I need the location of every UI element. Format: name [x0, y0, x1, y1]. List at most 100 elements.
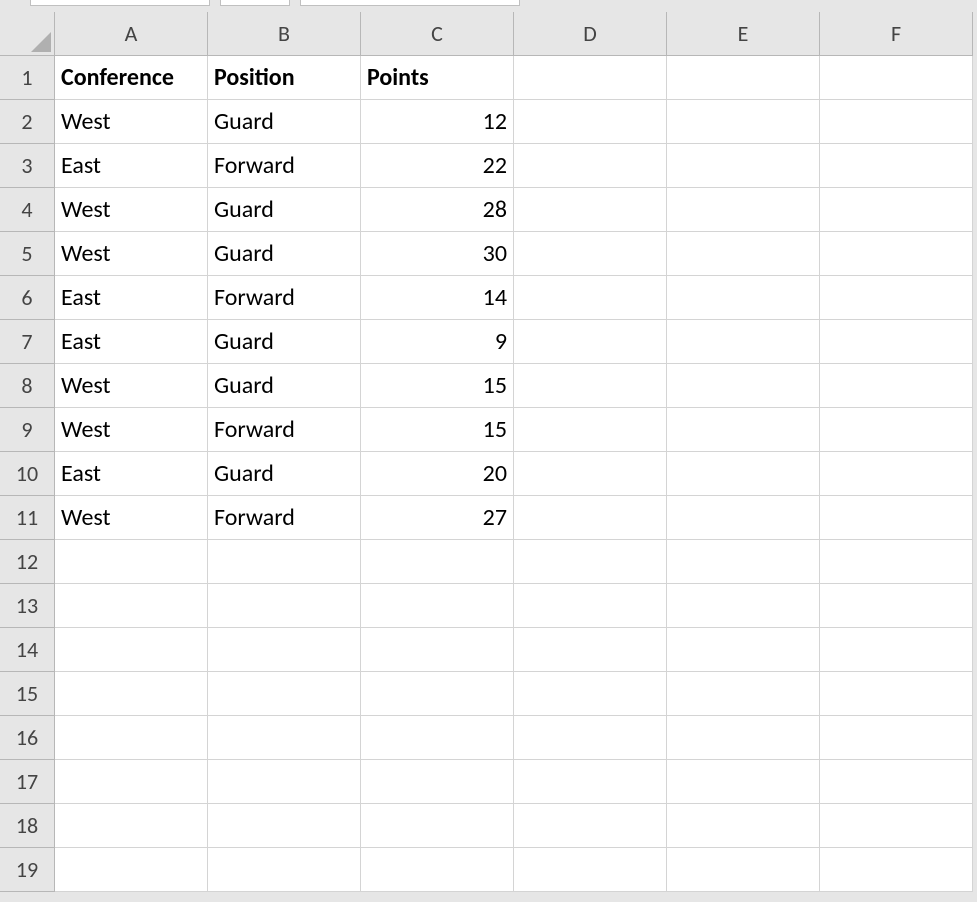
cell-E2[interactable]: [667, 100, 820, 144]
cell-C15[interactable]: [361, 672, 514, 716]
cell-C12[interactable]: [361, 540, 514, 584]
row-header-3[interactable]: 3: [0, 144, 55, 188]
row-header-8[interactable]: 8: [0, 364, 55, 408]
cell-F9[interactable]: [820, 408, 973, 452]
cell-C14[interactable]: [361, 628, 514, 672]
cell-B9[interactable]: Forward: [208, 408, 361, 452]
cell-B6[interactable]: Forward: [208, 276, 361, 320]
cell-A14[interactable]: [55, 628, 208, 672]
cell-B11[interactable]: Forward: [208, 496, 361, 540]
cell-A8[interactable]: West: [55, 364, 208, 408]
cell-E8[interactable]: [667, 364, 820, 408]
cell-C17[interactable]: [361, 760, 514, 804]
row-header-4[interactable]: 4: [0, 188, 55, 232]
cell-D10[interactable]: [514, 452, 667, 496]
row-header-18[interactable]: 18: [0, 804, 55, 848]
cell-D3[interactable]: [514, 144, 667, 188]
cell-B4[interactable]: Guard: [208, 188, 361, 232]
cell-C6[interactable]: 14: [361, 276, 514, 320]
cell-D5[interactable]: [514, 232, 667, 276]
cell-C18[interactable]: [361, 804, 514, 848]
cell-F2[interactable]: [820, 100, 973, 144]
cell-B13[interactable]: [208, 584, 361, 628]
cell-B10[interactable]: Guard: [208, 452, 361, 496]
cell-D17[interactable]: [514, 760, 667, 804]
cell-D4[interactable]: [514, 188, 667, 232]
cell-F16[interactable]: [820, 716, 973, 760]
cell-A10[interactable]: East: [55, 452, 208, 496]
cell-F17[interactable]: [820, 760, 973, 804]
row-header-6[interactable]: 6: [0, 276, 55, 320]
cell-A16[interactable]: [55, 716, 208, 760]
cell-F4[interactable]: [820, 188, 973, 232]
cell-A13[interactable]: [55, 584, 208, 628]
cell-A5[interactable]: West: [55, 232, 208, 276]
cell-A1[interactable]: Conference: [55, 56, 208, 100]
cell-E13[interactable]: [667, 584, 820, 628]
cell-E1[interactable]: [667, 56, 820, 100]
col-header-D[interactable]: D: [514, 12, 667, 56]
col-header-A[interactable]: A: [55, 12, 208, 56]
select-all-corner[interactable]: [0, 12, 55, 56]
cell-D11[interactable]: [514, 496, 667, 540]
row-header-13[interactable]: 13: [0, 584, 55, 628]
cell-E16[interactable]: [667, 716, 820, 760]
cell-D15[interactable]: [514, 672, 667, 716]
cell-A9[interactable]: West: [55, 408, 208, 452]
cell-A19[interactable]: [55, 848, 208, 892]
cell-A15[interactable]: [55, 672, 208, 716]
cell-D8[interactable]: [514, 364, 667, 408]
cell-F5[interactable]: [820, 232, 973, 276]
cell-A2[interactable]: West: [55, 100, 208, 144]
row-header-5[interactable]: 5: [0, 232, 55, 276]
cell-C4[interactable]: 28: [361, 188, 514, 232]
row-header-14[interactable]: 14: [0, 628, 55, 672]
col-header-B[interactable]: B: [208, 12, 361, 56]
cell-A18[interactable]: [55, 804, 208, 848]
cell-A17[interactable]: [55, 760, 208, 804]
cell-A4[interactable]: West: [55, 188, 208, 232]
cell-C8[interactable]: 15: [361, 364, 514, 408]
cell-F8[interactable]: [820, 364, 973, 408]
cell-E6[interactable]: [667, 276, 820, 320]
cell-D16[interactable]: [514, 716, 667, 760]
cell-F11[interactable]: [820, 496, 973, 540]
cell-D9[interactable]: [514, 408, 667, 452]
cell-F1[interactable]: [820, 56, 973, 100]
cell-D13[interactable]: [514, 584, 667, 628]
cell-E12[interactable]: [667, 540, 820, 584]
cell-C2[interactable]: 12: [361, 100, 514, 144]
cell-D12[interactable]: [514, 540, 667, 584]
cell-B15[interactable]: [208, 672, 361, 716]
cell-C10[interactable]: 20: [361, 452, 514, 496]
cell-B7[interactable]: Guard: [208, 320, 361, 364]
row-header-1[interactable]: 1: [0, 56, 55, 100]
cell-E5[interactable]: [667, 232, 820, 276]
cell-E18[interactable]: [667, 804, 820, 848]
cell-F15[interactable]: [820, 672, 973, 716]
cell-F19[interactable]: [820, 848, 973, 892]
cell-A6[interactable]: East: [55, 276, 208, 320]
row-header-2[interactable]: 2: [0, 100, 55, 144]
cell-F14[interactable]: [820, 628, 973, 672]
cell-C13[interactable]: [361, 584, 514, 628]
cell-F13[interactable]: [820, 584, 973, 628]
cell-D2[interactable]: [514, 100, 667, 144]
cell-F6[interactable]: [820, 276, 973, 320]
row-header-15[interactable]: 15: [0, 672, 55, 716]
cell-B18[interactable]: [208, 804, 361, 848]
cell-B5[interactable]: Guard: [208, 232, 361, 276]
cell-E14[interactable]: [667, 628, 820, 672]
row-header-10[interactable]: 10: [0, 452, 55, 496]
cell-D19[interactable]: [514, 848, 667, 892]
cell-A7[interactable]: East: [55, 320, 208, 364]
cell-C1[interactable]: Points: [361, 56, 514, 100]
row-header-9[interactable]: 9: [0, 408, 55, 452]
cell-E11[interactable]: [667, 496, 820, 540]
cell-E7[interactable]: [667, 320, 820, 364]
cell-C11[interactable]: 27: [361, 496, 514, 540]
cell-E15[interactable]: [667, 672, 820, 716]
col-header-E[interactable]: E: [667, 12, 820, 56]
cell-C16[interactable]: [361, 716, 514, 760]
cell-D14[interactable]: [514, 628, 667, 672]
